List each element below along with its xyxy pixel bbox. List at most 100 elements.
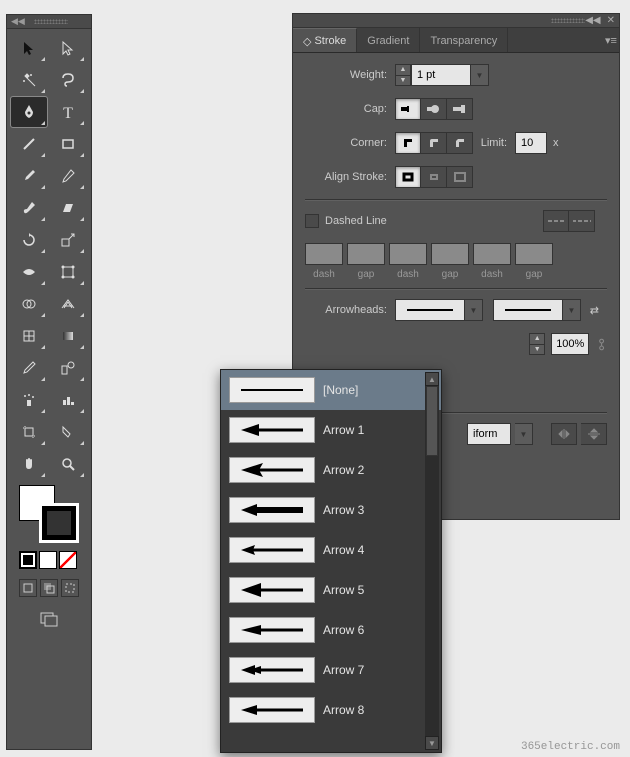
gap-field-3[interactable]: [515, 243, 553, 265]
type-tool[interactable]: T: [50, 97, 86, 127]
close-icon[interactable]: ✕: [607, 15, 615, 26]
scale-field[interactable]: 100%: [551, 333, 589, 355]
limit-field[interactable]: 10: [515, 132, 547, 154]
scale-spinner[interactable]: ▲▼: [529, 333, 545, 355]
drag-grip-icon[interactable]: [34, 19, 68, 24]
align-stroke-label: Align Stroke:: [305, 171, 395, 183]
eraser-tool[interactable]: [50, 193, 86, 223]
scroll-thumb[interactable]: [426, 386, 438, 456]
flip-across-button[interactable]: [581, 423, 607, 445]
toolbox-header[interactable]: ◀◀: [7, 15, 91, 29]
arrowhead-option[interactable]: Arrow 7: [221, 650, 441, 690]
scale-tool[interactable]: [50, 225, 86, 255]
weight-dropdown-button[interactable]: ▼: [471, 64, 489, 86]
dash-field-2[interactable]: [389, 243, 427, 265]
arrowhead-option[interactable]: Arrow 1: [221, 410, 441, 450]
gap-field-1[interactable]: [347, 243, 385, 265]
hand-tool[interactable]: [11, 449, 47, 479]
column-graph-tool[interactable]: [50, 385, 86, 415]
arrowhead-start-dropdown[interactable]: ▼: [465, 299, 483, 321]
preserve-dashes-button[interactable]: [543, 210, 569, 232]
width-tool[interactable]: [11, 257, 47, 287]
weight-spinner[interactable]: ▲▼: [395, 64, 411, 86]
arrowhead-option[interactable]: Arrow 6: [221, 610, 441, 650]
direct-selection-tool[interactable]: [50, 33, 86, 63]
fill-stroke-swatches[interactable]: [11, 485, 87, 545]
arrowhead-option[interactable]: Arrow 8: [221, 690, 441, 730]
line-segment-tool[interactable]: [11, 129, 47, 159]
arrowhead-option[interactable]: Arrow 4: [221, 530, 441, 570]
magic-wand-tool[interactable]: [11, 65, 47, 95]
blend-tool[interactable]: [50, 353, 86, 383]
tab-gradient[interactable]: Gradient: [357, 28, 420, 52]
arrowhead-start-select[interactable]: [395, 299, 465, 321]
align-outside-button[interactable]: [447, 166, 473, 188]
selection-tool[interactable]: [11, 33, 47, 63]
link-scale-icon[interactable]: ⚯: [593, 338, 610, 350]
collapse-icon[interactable]: ◀◀: [11, 16, 25, 27]
tab-transparency[interactable]: Transparency: [420, 28, 508, 52]
dropdown-scrollbar[interactable]: ▲ ▼: [425, 372, 439, 750]
draw-inside-button[interactable]: [61, 579, 79, 597]
corner-bevel-button[interactable]: [447, 132, 473, 154]
free-transform-tool[interactable]: [50, 257, 86, 287]
scroll-down-button[interactable]: ▼: [425, 736, 439, 750]
draw-behind-button[interactable]: [40, 579, 58, 597]
pen-tool[interactable]: [11, 97, 47, 127]
artboard-tool[interactable]: [11, 417, 47, 447]
symbol-sprayer-tool[interactable]: [11, 385, 47, 415]
corner-miter-button[interactable]: [395, 132, 421, 154]
dash-field-3[interactable]: [473, 243, 511, 265]
cap-butt-button[interactable]: [395, 98, 421, 120]
cap-round-button[interactable]: [421, 98, 447, 120]
gradient-chip[interactable]: [39, 551, 57, 569]
align-inside-button[interactable]: [421, 166, 447, 188]
slice-tool[interactable]: [50, 417, 86, 447]
weight-field[interactable]: 1 pt: [411, 64, 471, 86]
profile-dropdown[interactable]: ▼: [515, 423, 533, 445]
none-chip[interactable]: [59, 551, 77, 569]
rectangle-tool[interactable]: [50, 129, 86, 159]
mesh-tool[interactable]: [11, 321, 47, 351]
arrowhead-option[interactable]: Arrow 2: [221, 450, 441, 490]
drag-grip-icon[interactable]: [551, 18, 585, 23]
arrowhead-option[interactable]: Arrow 3: [221, 490, 441, 530]
dash-field-1[interactable]: [305, 243, 343, 265]
swap-arrowheads-button[interactable]: ⇄: [590, 304, 599, 317]
flip-along-button[interactable]: [551, 423, 577, 445]
draw-normal-button[interactable]: [19, 579, 37, 597]
arrow-preview-icon: [229, 697, 315, 723]
watermark-text: 365electric.com: [521, 741, 620, 753]
arrowhead-option-label: Arrow 8: [323, 703, 364, 717]
lasso-tool[interactable]: [50, 65, 86, 95]
arrowhead-option[interactable]: Arrow 5: [221, 570, 441, 610]
profile-select[interactable]: iform: [467, 423, 511, 445]
gradient-tool[interactable]: [50, 321, 86, 351]
panel-titlebar[interactable]: ◀◀ ✕: [293, 14, 619, 28]
color-chip[interactable]: [19, 551, 37, 569]
zoom-tool[interactable]: [50, 449, 86, 479]
corner-round-button[interactable]: [421, 132, 447, 154]
scroll-up-button[interactable]: ▲: [425, 372, 439, 386]
cap-projecting-button[interactable]: [447, 98, 473, 120]
blob-brush-tool[interactable]: [11, 193, 47, 223]
stroke-swatch[interactable]: [39, 503, 79, 543]
align-center-button[interactable]: [395, 166, 421, 188]
pencil-tool[interactable]: [50, 161, 86, 191]
arrowhead-end-select[interactable]: [493, 299, 563, 321]
panel-menu-icon[interactable]: ▾≡: [603, 28, 619, 52]
weight-input[interactable]: ▲▼ 1 pt ▼: [395, 64, 489, 86]
gap-field-2[interactable]: [431, 243, 469, 265]
align-dashes-button[interactable]: [569, 210, 595, 232]
screen-mode-button[interactable]: [11, 603, 87, 635]
collapse-icon[interactable]: ◀◀: [585, 15, 600, 26]
paintbrush-tool[interactable]: [11, 161, 47, 191]
rotate-tool[interactable]: [11, 225, 47, 255]
tab-stroke[interactable]: ◇Stroke: [293, 28, 357, 52]
arrowhead-option[interactable]: [None]: [221, 370, 441, 410]
dashed-line-checkbox[interactable]: [305, 214, 319, 228]
eyedropper-tool[interactable]: [11, 353, 47, 383]
perspective-grid-tool[interactable]: [50, 289, 86, 319]
arrowhead-end-dropdown[interactable]: ▼: [563, 299, 581, 321]
shape-builder-tool[interactable]: [11, 289, 47, 319]
